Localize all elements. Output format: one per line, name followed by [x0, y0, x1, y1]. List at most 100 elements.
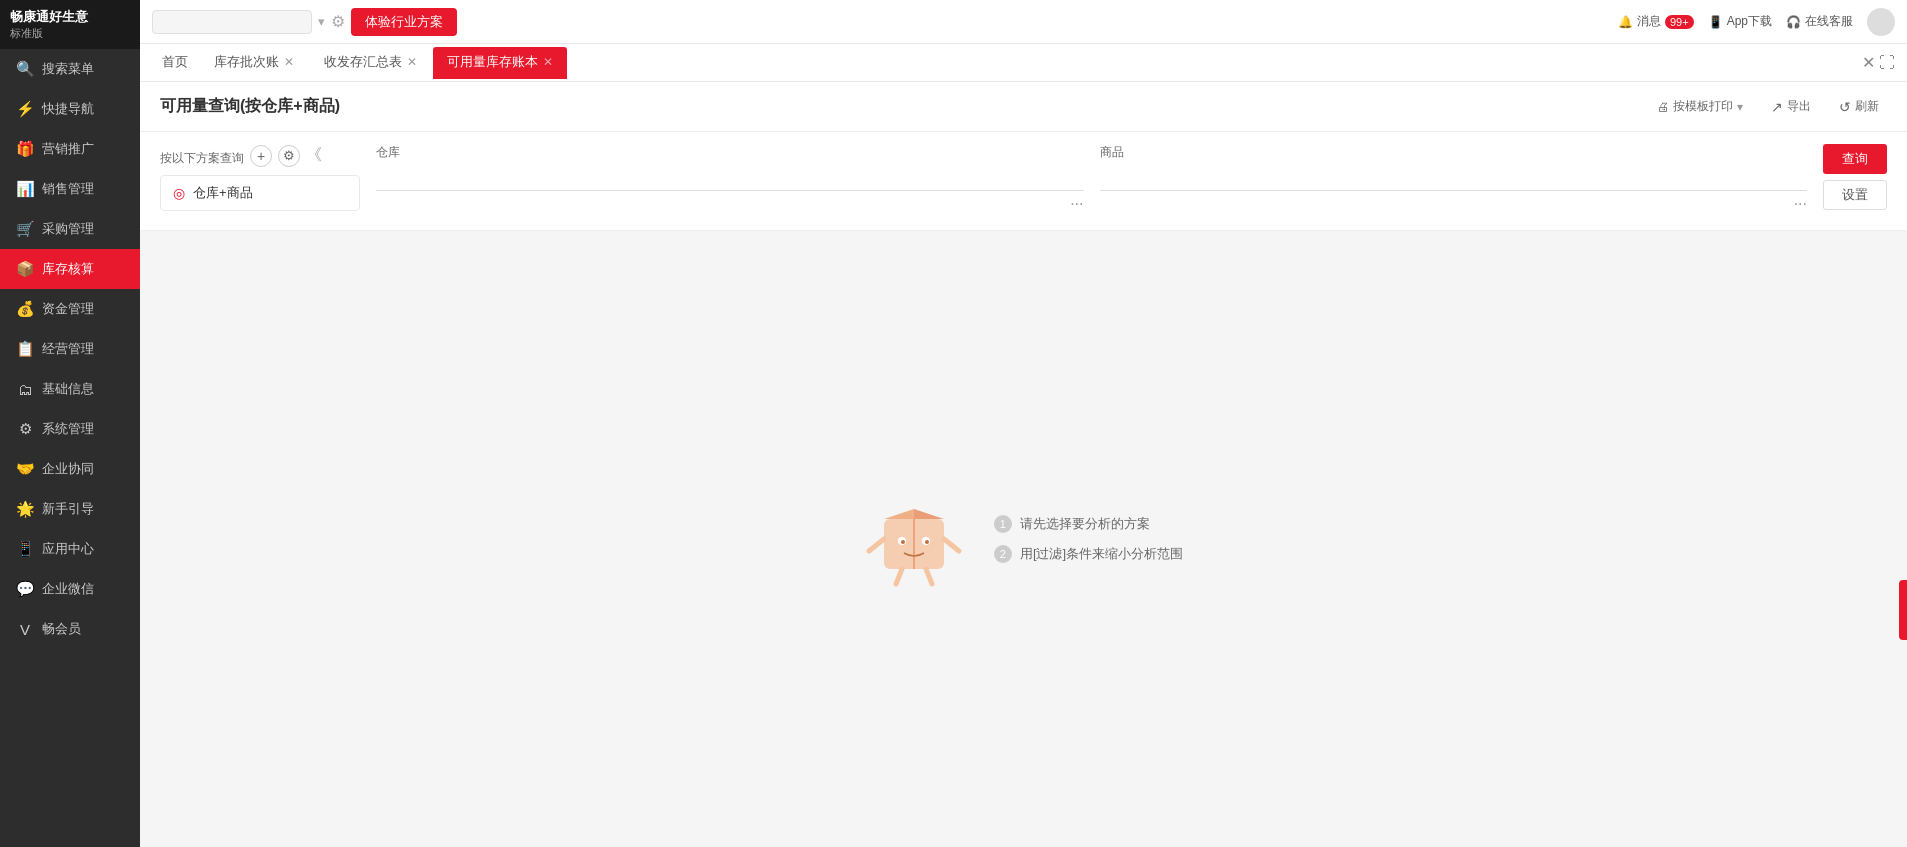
refresh-btn[interactable]: ↺ 刷新	[1831, 94, 1887, 119]
add-scheme-btn[interactable]: +	[250, 145, 272, 167]
export-icon: ↗	[1771, 99, 1783, 115]
empty-state: 1 请先选择要分析的方案 2 用[过滤]条件来缩小分析范围	[140, 231, 1907, 847]
query-btn[interactable]: 查询	[1823, 144, 1887, 174]
sidebar-item-label: 新手引导	[42, 500, 94, 518]
sidebar-item-经营管理[interactable]: 📋经营管理	[0, 329, 140, 369]
sidebar-item-库存核算[interactable]: 📦 库存核算	[0, 249, 140, 289]
title-actions: 🖨 按模板打印 ▾ ↗ 导出 ↺ 刷新	[1649, 94, 1887, 119]
sidebar-item-label: 库存核算	[42, 260, 94, 278]
product-more-icon[interactable]: ···	[1794, 195, 1807, 218]
svg-line-10	[896, 569, 902, 584]
sidebar-item-label: 采购管理	[42, 220, 94, 238]
product-field: 商品 ···	[1100, 144, 1808, 218]
scheme-item-label: 仓库+商品	[193, 184, 253, 202]
svg-line-8	[869, 539, 884, 551]
filter-left: 按以下方案查询 + ⚙ 《 ◎ 仓库+商品	[160, 144, 360, 211]
refresh-label: 刷新	[1855, 98, 1879, 115]
tip-num-2: 2	[994, 545, 1012, 563]
tab-close-inventory-batch[interactable]: ✕	[284, 55, 294, 69]
sidebar-icon: 📱	[16, 540, 34, 558]
chevron-down-icon[interactable]: ▾	[318, 14, 325, 29]
warehouse-more-icon[interactable]: ···	[1070, 195, 1083, 218]
sidebar-item-快捷导航[interactable]: ⚡ 快捷导航	[0, 89, 140, 129]
settings-icon[interactable]: ⚙	[331, 12, 345, 31]
product-label: 商品	[1100, 144, 1808, 161]
settings-scheme-btn[interactable]: ⚙	[278, 145, 300, 167]
tab-close-all-icon[interactable]: ✕	[1862, 53, 1875, 72]
svg-point-7	[925, 540, 929, 544]
tab-available-qty-label: 可用量库存账本	[447, 53, 538, 71]
product-input[interactable]	[1100, 165, 1808, 191]
search-input[interactable]	[152, 10, 312, 34]
scroll-indicator[interactable]	[1899, 580, 1907, 640]
sidebar-item-label: 经营管理	[42, 340, 94, 358]
sidebar-item-label: 搜索菜单	[42, 60, 94, 78]
warehouse-input[interactable]	[376, 165, 1084, 191]
sidebar-header: 畅康通好生意 标准版	[0, 0, 140, 49]
sidebar-item-应用中心[interactable]: 📱 应用中心	[0, 529, 140, 569]
tab-close-receive-summary[interactable]: ✕	[407, 55, 417, 69]
sidebar-item-label: 基础信息	[42, 380, 94, 398]
notice-icon: 🔔	[1618, 15, 1633, 29]
tab-close-available-qty[interactable]: ✕	[543, 55, 553, 69]
sidebar-item-label: 营销推广	[42, 140, 94, 158]
sidebar-icon: 🗂	[16, 381, 34, 398]
empty-tips: 1 请先选择要分析的方案 2 用[过滤]条件来缩小分析范围	[994, 515, 1183, 563]
online-service-label: 在线客服	[1805, 13, 1853, 30]
main-area: ▾ ⚙ 体验行业方案 🔔 消息 99+ 📱 App下载 🎧 在线客服 首页 库存	[140, 0, 1907, 847]
tab-inventory-batch[interactable]: 库存批次账 ✕	[200, 47, 308, 79]
empty-tip-1: 1 请先选择要分析的方案	[994, 515, 1183, 533]
notice-btn[interactable]: 🔔 消息 99+	[1618, 13, 1694, 30]
tab-actions: ✕ ⛶	[1862, 53, 1895, 72]
sidebar-item-label: 应用中心	[42, 540, 94, 558]
sidebar-item-系统管理[interactable]: ⚙系统管理	[0, 409, 140, 449]
content-area: 可用量查询(按仓库+商品) 🖨 按模板打印 ▾ ↗ 导出 ↺ 刷新	[140, 82, 1907, 847]
sidebar-item-label: 企业协同	[42, 460, 94, 478]
warehouse-field: 仓库 ···	[376, 144, 1084, 218]
filter-actions: 查询 设置	[1823, 144, 1887, 210]
svg-marker-1	[884, 509, 914, 519]
sidebar-item-基础信息[interactable]: 🗂 基础信息	[0, 369, 140, 409]
sidebar-item-营销推广[interactable]: 🎁营销推广	[0, 129, 140, 169]
sidebar-icon: 📊	[16, 180, 34, 198]
sidebar-item-label: 快捷导航	[42, 100, 94, 118]
svg-point-6	[901, 540, 905, 544]
app-download-label: App下载	[1727, 13, 1772, 30]
app-download-btn[interactable]: 📱 App下载	[1708, 13, 1772, 30]
header-right: 🔔 消息 99+ 📱 App下载 🎧 在线客服	[1618, 8, 1895, 36]
sidebar-icon: ⚡	[16, 100, 34, 118]
sidebar-item-新手引导[interactable]: 🌟新手引导	[0, 489, 140, 529]
header-left: ▾ ⚙ 体验行业方案	[152, 8, 1610, 36]
sidebar-item-企业协同[interactable]: 🤝企业协同	[0, 449, 140, 489]
online-service-btn[interactable]: 🎧 在线客服	[1786, 13, 1853, 30]
avatar[interactable]	[1867, 8, 1895, 36]
page-title-bar: 可用量查询(按仓库+商品) 🖨 按模板打印 ▾ ↗ 导出 ↺ 刷新	[140, 82, 1907, 132]
scheme-warehouse-product[interactable]: ◎ 仓库+商品	[161, 176, 359, 210]
sidebar-icon: 📦	[16, 260, 34, 278]
export-btn[interactable]: ↗ 导出	[1763, 94, 1819, 119]
settings-btn[interactable]: 设置	[1823, 180, 1887, 210]
sidebar-item-企业微信[interactable]: 💬企业微信	[0, 569, 140, 609]
filter-scheme-label: 按以下方案查询	[160, 144, 244, 167]
notice-label: 消息	[1637, 13, 1661, 30]
print-btn[interactable]: 🖨 按模板打印 ▾	[1649, 94, 1751, 119]
tab-receive-summary[interactable]: 收发存汇总表 ✕	[310, 47, 431, 79]
print-label: 按模板打印	[1673, 98, 1733, 115]
collapse-scheme-icon[interactable]: 《	[306, 145, 322, 166]
tab-expand-icon[interactable]: ⛶	[1879, 54, 1895, 72]
filter-fields: 仓库 ··· 商品 ···	[376, 144, 1807, 218]
sidebar-item-采购管理[interactable]: 🛒采购管理	[0, 209, 140, 249]
top-header: ▾ ⚙ 体验行业方案 🔔 消息 99+ 📱 App下载 🎧 在线客服	[140, 0, 1907, 44]
tab-home[interactable]: 首页	[152, 47, 198, 79]
scheme-item-icon: ◎	[173, 185, 185, 201]
industry-btn[interactable]: 体验行业方案	[351, 8, 457, 36]
print-dropdown-icon[interactable]: ▾	[1737, 100, 1743, 114]
sidebar-item-资金管理[interactable]: 💰资金管理	[0, 289, 140, 329]
sidebar-item-搜索菜单[interactable]: 🔍搜索菜单	[0, 49, 140, 89]
sidebar-item-label: 畅会员	[42, 620, 81, 638]
sidebar-item-销售管理[interactable]: 📊销售管理	[0, 169, 140, 209]
tab-available-qty[interactable]: 可用量库存账本 ✕	[433, 47, 567, 79]
sidebar-item-畅会员[interactable]: V畅会员	[0, 609, 140, 649]
sidebar-icon: ⚙	[16, 420, 34, 438]
edition-label: 标准版	[10, 26, 130, 41]
